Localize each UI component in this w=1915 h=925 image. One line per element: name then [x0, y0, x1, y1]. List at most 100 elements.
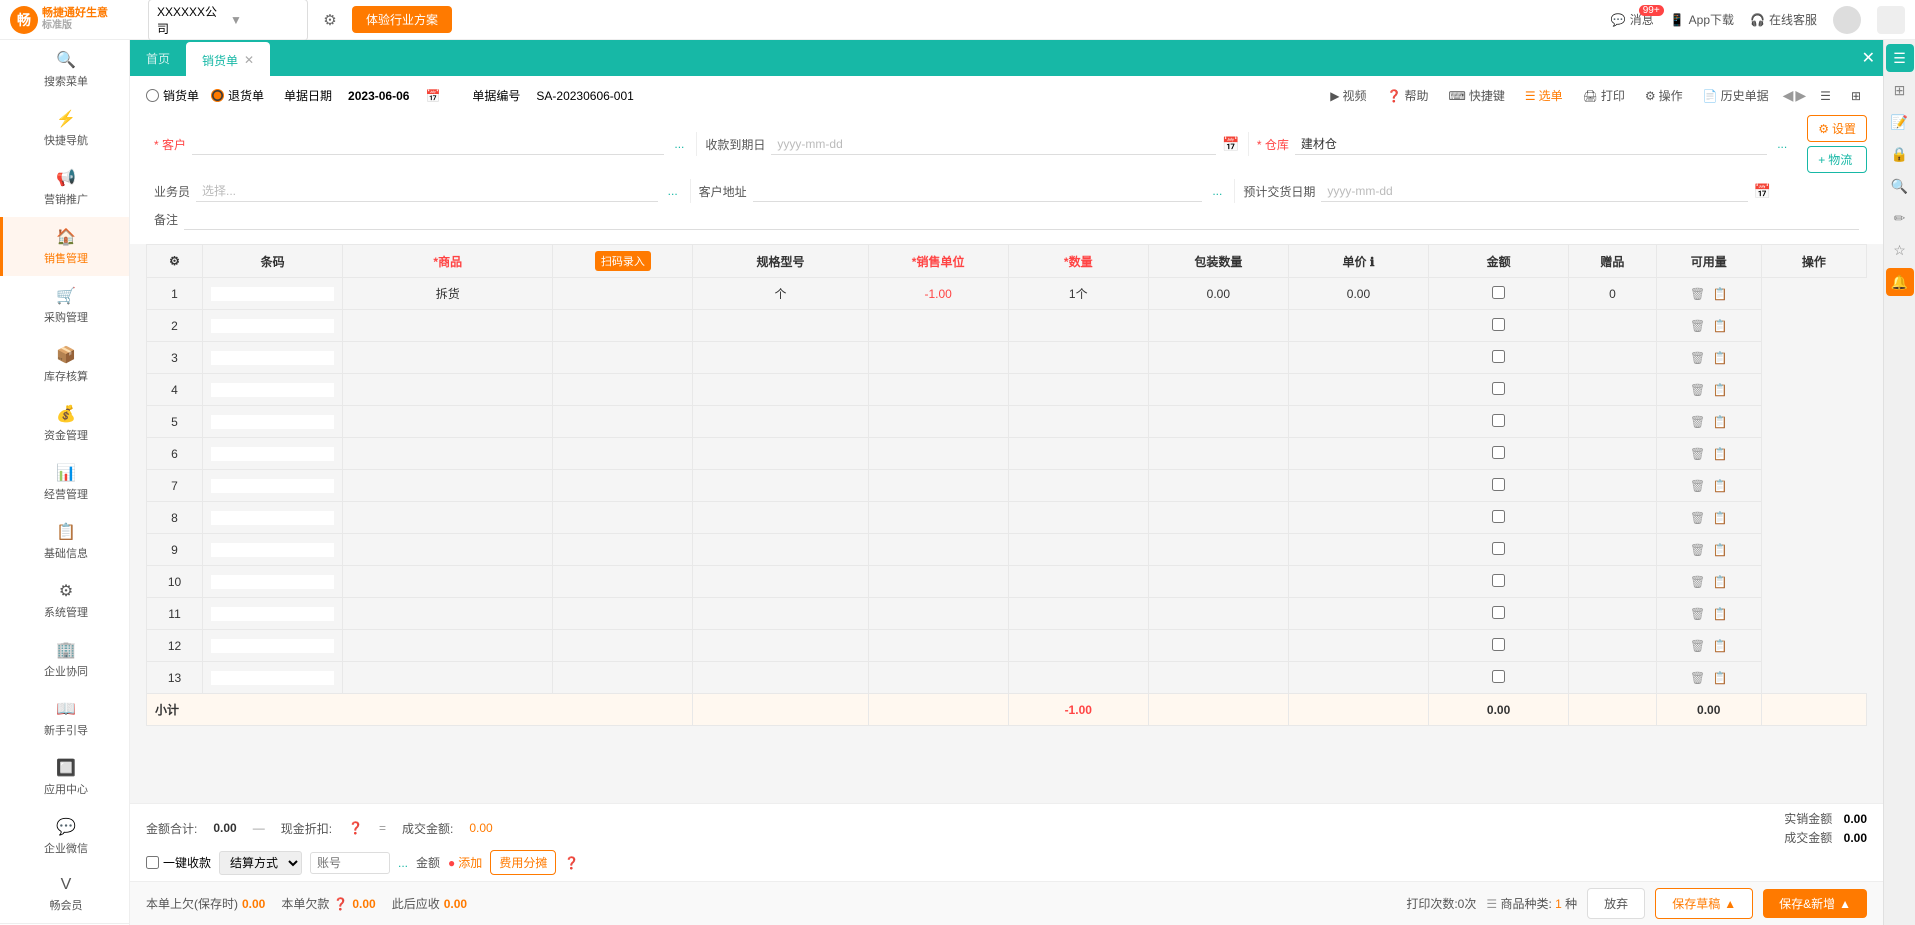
payment-due-calendar-icon[interactable]: 📅: [1222, 136, 1239, 153]
tab-close-all-icon[interactable]: ✕: [1862, 48, 1875, 68]
user-settings-icon[interactable]: [1877, 6, 1905, 34]
calendar-icon[interactable]: 📅: [425, 89, 440, 103]
row-delete-icon-6[interactable]: 🗑: [1690, 447, 1705, 461]
notification-area[interactable]: 💬 消息 99+: [1611, 11, 1654, 28]
row-gift-6[interactable]: [1429, 438, 1569, 470]
sidebar-item-sales[interactable]: 🏠 销售管理: [0, 217, 129, 276]
row-barcode-9[interactable]: [203, 534, 343, 566]
row-delete-icon-2[interactable]: 🗑: [1690, 319, 1705, 333]
discard-button[interactable]: 放弃: [1587, 888, 1645, 919]
tab-close-icon[interactable]: ✕: [244, 53, 254, 67]
online-support-area[interactable]: 🎧 在线客服: [1750, 11, 1817, 28]
row-copy-icon-1[interactable]: 📋: [1713, 287, 1728, 301]
sidebar-item-quick-nav[interactable]: ⚡ 快捷导航: [0, 99, 129, 158]
select-btn[interactable]: ☰ 选单: [1519, 84, 1569, 107]
sidebar-item-inventory[interactable]: 📦 库存核算: [0, 335, 129, 394]
sidebar-item-search[interactable]: 🔍 搜索菜单: [0, 40, 129, 99]
one-click-payment-input[interactable]: [146, 856, 159, 869]
row-copy-icon-7[interactable]: 📋: [1713, 479, 1728, 493]
sidebar-item-member[interactable]: V 畅会员: [0, 866, 129, 923]
right-panel-notify-icon[interactable]: 🔔: [1886, 268, 1914, 296]
col-scan[interactable]: 扫码录入: [553, 245, 693, 278]
row-delete-icon-3[interactable]: 🗑: [1690, 351, 1705, 365]
sidebar-item-operations[interactable]: 📊 经营管理: [0, 453, 129, 512]
row-gift-13[interactable]: [1429, 662, 1569, 694]
product-type-icon[interactable]: ☰: [1486, 897, 1497, 911]
salesperson-input[interactable]: [196, 181, 658, 202]
radio-return-input[interactable]: [211, 89, 224, 102]
row-barcode-2[interactable]: [203, 310, 343, 342]
row-gift-5[interactable]: [1429, 406, 1569, 438]
notes-input[interactable]: [184, 209, 1859, 230]
row-gift-3[interactable]: [1429, 342, 1569, 374]
row-gift-10[interactable]: [1429, 566, 1569, 598]
expense-help-icon[interactable]: ❓: [564, 856, 579, 870]
expected-delivery-calendar-icon[interactable]: 📅: [1754, 183, 1771, 200]
row-gift-12[interactable]: [1429, 630, 1569, 662]
row-barcode-7[interactable]: [203, 470, 343, 502]
row-gift-11[interactable]: [1429, 598, 1569, 630]
row-delete-icon-1[interactable]: 🗑: [1690, 287, 1705, 301]
logistics-button[interactable]: + 物流: [1807, 146, 1867, 173]
history-btn[interactable]: 📄 历史单据: [1697, 84, 1775, 107]
list-view-icon[interactable]: ☰: [1814, 86, 1837, 106]
row-gift-7[interactable]: [1429, 470, 1569, 502]
row-copy-icon-8[interactable]: 📋: [1713, 511, 1728, 525]
scan-button[interactable]: 扫码录入: [595, 251, 651, 271]
save-new-button[interactable]: 保存&新增 ▲: [1763, 889, 1867, 918]
video-btn[interactable]: ▶ 视频: [1324, 84, 1372, 107]
row-gift-9[interactable]: [1429, 534, 1569, 566]
row-barcode-8[interactable]: [203, 502, 343, 534]
row-barcode-11[interactable]: [203, 598, 343, 630]
row-gift-2[interactable]: [1429, 310, 1569, 342]
sidebar-item-finance[interactable]: 💰 资金管理: [0, 394, 129, 453]
warehouse-input[interactable]: [1295, 134, 1767, 155]
avatar[interactable]: [1833, 6, 1861, 34]
radio-return[interactable]: 退货单: [211, 87, 264, 104]
right-panel-zoom-icon[interactable]: 🔍: [1886, 172, 1914, 200]
save-draft-button[interactable]: 保存草稿 ▲: [1655, 888, 1753, 919]
grid-view-icon[interactable]: ⊞: [1845, 86, 1867, 106]
settlement-method-select[interactable]: 结算方式: [219, 851, 302, 875]
one-click-payment-checkbox[interactable]: 一键收款: [146, 854, 211, 871]
warehouse-ellipsis-btn[interactable]: ...: [1773, 137, 1791, 151]
app-download-area[interactable]: 📱 App下载: [1670, 11, 1734, 28]
ellipsis-account-btn[interactable]: ...: [398, 856, 408, 870]
row-gift-1[interactable]: [1429, 278, 1569, 310]
setting-button[interactable]: ⚙ 设置: [1807, 115, 1867, 142]
customer-address-input[interactable]: [753, 181, 1203, 202]
row-barcode-10[interactable]: [203, 566, 343, 598]
row-copy-icon-4[interactable]: 📋: [1713, 383, 1728, 397]
row-barcode-6[interactable]: [203, 438, 343, 470]
right-panel-list-icon[interactable]: ☰: [1886, 44, 1914, 72]
row-delete-icon-13[interactable]: 🗑: [1690, 671, 1705, 685]
row-gift-4[interactable]: [1429, 374, 1569, 406]
radio-sales[interactable]: 销货单: [146, 87, 199, 104]
row-delete-icon-9[interactable]: 🗑: [1690, 543, 1705, 557]
print-btn[interactable]: 🖨 打印: [1577, 84, 1631, 107]
sidebar-item-purchase[interactable]: 🛒 采购管理: [0, 276, 129, 335]
row-barcode-1[interactable]: [203, 278, 343, 310]
sidebar-item-guide[interactable]: 📖 新手引导: [0, 689, 129, 748]
sidebar-item-app-center[interactable]: 🔲 应用中心: [0, 748, 129, 807]
row-barcode-12[interactable]: [203, 630, 343, 662]
right-panel-pen-icon[interactable]: ✏: [1886, 204, 1914, 232]
row-barcode-3[interactable]: [203, 342, 343, 374]
row-copy-icon-13[interactable]: 📋: [1713, 671, 1728, 685]
sidebar-item-basic[interactable]: 📋 基础信息: [0, 512, 129, 571]
row-delete-icon-12[interactable]: 🗑: [1690, 639, 1705, 653]
row-copy-icon-3[interactable]: 📋: [1713, 351, 1728, 365]
row-barcode-13[interactable]: [203, 662, 343, 694]
prev-icon[interactable]: ◀: [1783, 87, 1794, 104]
payment-due-input[interactable]: [771, 134, 1216, 155]
shortcut-btn[interactable]: ⌨ 快捷键: [1442, 84, 1510, 107]
row-barcode-5[interactable]: [203, 406, 343, 438]
col-settings[interactable]: ⚙: [147, 245, 203, 278]
row-copy-icon-6[interactable]: 📋: [1713, 447, 1728, 461]
sidebar-item-system[interactable]: ⚙ 系统管理: [0, 571, 129, 630]
address-ellipsis-btn[interactable]: ...: [1208, 184, 1226, 198]
right-panel-lock-icon[interactable]: 🔒: [1886, 140, 1914, 168]
expense-button[interactable]: 费用分摊: [490, 850, 556, 875]
row-delete-icon-8[interactable]: 🗑: [1690, 511, 1705, 525]
add-button[interactable]: ● 添加: [448, 854, 482, 871]
